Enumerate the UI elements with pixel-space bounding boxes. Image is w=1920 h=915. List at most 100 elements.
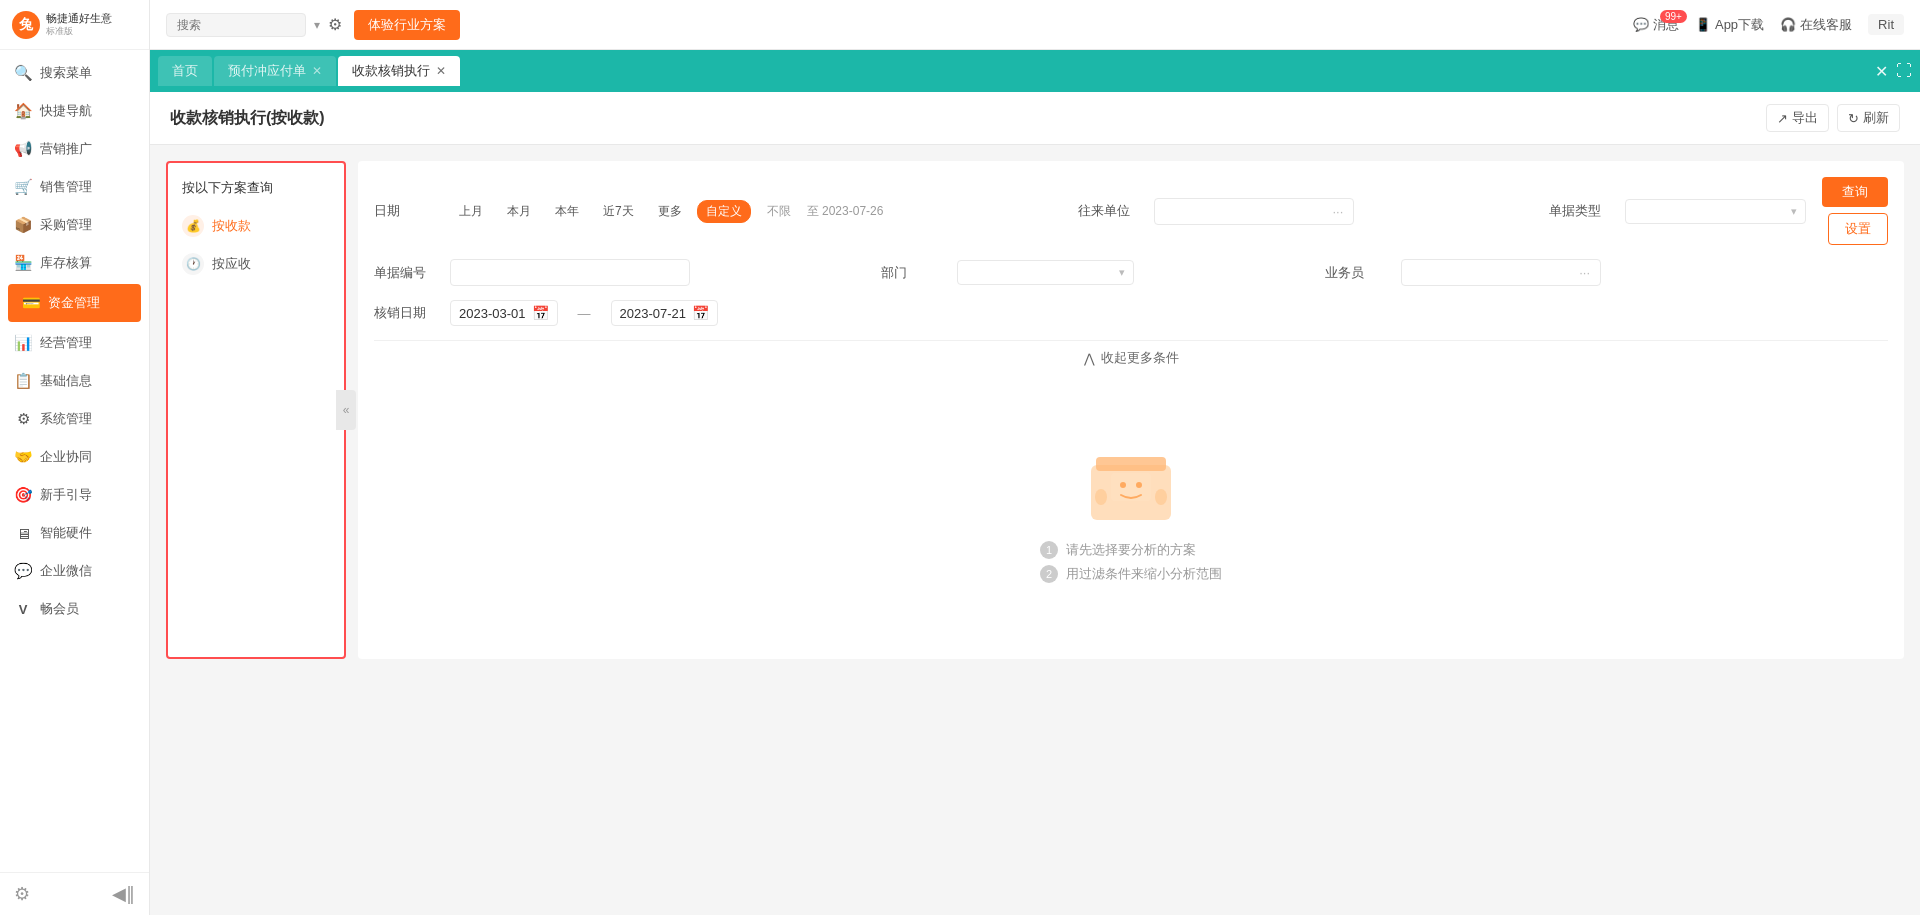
calendar-end-icon[interactable]: 📅	[692, 305, 709, 321]
export-button[interactable]: ↗ 导出	[1766, 104, 1829, 132]
tab-home[interactable]: 首页	[158, 56, 212, 86]
username-label: Rit	[1878, 17, 1894, 32]
bill-type-arrow: ▾	[1791, 205, 1797, 218]
sidebar-item-label: 基础信息	[40, 372, 92, 390]
sidebar-item-operations[interactable]: 📊 经营管理	[0, 324, 149, 362]
page-title: 收款核销执行(按收款)	[170, 108, 325, 129]
tab-prepay-label: 预付冲应付单	[228, 62, 306, 80]
tab-prepay[interactable]: 预付冲应付单 ✕	[214, 56, 336, 86]
dept-select[interactable]: ▾	[957, 260, 1134, 285]
page-header: 收款核销执行(按收款) ↗ 导出 ↻ 刷新	[150, 92, 1920, 145]
date-custom[interactable]: 自定义	[697, 200, 751, 223]
sidebar-item-hardware[interactable]: 🖥 智能硬件	[0, 514, 149, 552]
sidebar: 兔 畅捷通好生意 标准版 🔍 搜索菜单 🏠 快捷导航 📢 营销推广 🛒 销售管理…	[0, 0, 150, 915]
date-7days[interactable]: 近7天	[594, 200, 643, 223]
page-actions: ↗ 导出 ↻ 刷新	[1766, 104, 1900, 132]
sidebar-item-label: 采购管理	[40, 216, 92, 234]
salesperson-dots: ···	[1579, 265, 1590, 280]
sidebar-item-wechat[interactable]: 💬 企业微信	[0, 552, 149, 590]
date-to-text: 至 2023-07-26	[807, 203, 884, 220]
app-logo: 兔 畅捷通好生意 标准版	[0, 0, 149, 50]
svg-point-5	[1095, 489, 1107, 505]
date-this-month[interactable]: 本月	[498, 200, 540, 223]
svg-point-4	[1136, 482, 1142, 488]
sidebar-item-label: 企业微信	[40, 562, 92, 580]
sidebar-item-label: 新手引导	[40, 486, 92, 504]
tabbar-actions: ✕ ⛶	[1875, 62, 1912, 81]
tab-home-label: 首页	[172, 62, 198, 80]
sidebar-item-label: 经营管理	[40, 334, 92, 352]
date-this-year[interactable]: 本年	[546, 200, 588, 223]
sidebar-item-label: 畅会员	[40, 600, 79, 618]
bill-type-label: 单据类型	[1549, 202, 1609, 220]
counterparty-label: 往来单位	[1078, 202, 1138, 220]
sidebar-item-collab[interactable]: 🤝 企业协同	[0, 438, 149, 476]
calendar-start-icon[interactable]: 📅	[532, 305, 549, 321]
svg-rect-2	[1111, 473, 1151, 501]
sidebar-item-guide[interactable]: 🎯 新手引导	[0, 476, 149, 514]
sidebar-item-member[interactable]: V 畅会员	[0, 590, 149, 628]
tab-close-all-icon[interactable]: ✕	[1875, 62, 1888, 81]
settings-button[interactable]: 设置	[1828, 213, 1888, 245]
tab-expand-icon[interactable]: ⛶	[1896, 62, 1912, 80]
app-download-link[interactable]: 📱 App下载	[1695, 16, 1764, 34]
topbar-search-input[interactable]	[166, 13, 306, 37]
sidebar-item-purchase[interactable]: 📦 采购管理	[0, 206, 149, 244]
sidebar-item-finance[interactable]: 💳 资金管理	[8, 284, 141, 322]
solution-button[interactable]: 体验行业方案	[354, 10, 460, 40]
sidebar-item-basic-info[interactable]: 📋 基础信息	[0, 362, 149, 400]
settings-footer-icon[interactable]: ⚙	[14, 883, 30, 905]
sidebar-item-quicknav[interactable]: 🏠 快捷导航	[0, 92, 149, 130]
online-service-link[interactable]: 🎧 在线客服	[1780, 16, 1852, 34]
salesperson-label: 业务员	[1325, 264, 1385, 282]
message-button[interactable]: 💬 消息 99+	[1633, 16, 1679, 34]
sidebar-item-marketing[interactable]: 📢 营销推广	[0, 130, 149, 168]
verify-date-end-group: 2023-07-21 📅	[611, 300, 719, 326]
topbar-dropdown-icon[interactable]: ▾	[314, 18, 320, 32]
logo-text: 畅捷通好生意	[46, 11, 112, 25]
hardware-icon: 🖥	[14, 525, 32, 542]
hint-num-1: 1	[1040, 541, 1058, 559]
receipt-icon: 💰	[182, 215, 204, 237]
sidebar-item-label: 企业协同	[40, 448, 92, 466]
left-panel-item-label: 按应收	[212, 255, 251, 273]
empty-hint-1: 1 请先选择要分析的方案	[1040, 541, 1222, 559]
left-panel: 按以下方案查询 💰 按收款 🕐 按应收 «	[166, 161, 346, 659]
collapse-more-btn[interactable]: ⋀ 收起更多条件	[374, 340, 1888, 375]
bill-no-input[interactable]	[450, 259, 690, 286]
verify-date-start-group: 2023-03-01 📅	[450, 300, 558, 326]
home-icon: 🏠	[14, 102, 32, 120]
guide-icon: 🎯	[14, 486, 32, 504]
verify-date-end: 2023-07-21	[620, 306, 687, 321]
sidebar-item-label: 库存核算	[40, 254, 92, 272]
counterparty-input[interactable]: ···	[1154, 198, 1354, 225]
tab-verify-close[interactable]: ✕	[436, 64, 446, 78]
topbar-gear-icon[interactable]: ⚙	[328, 15, 342, 34]
main-content: ▾ ⚙ 体验行业方案 💬 消息 99+ 📱 App下载 🎧 在线客服 Rit	[150, 0, 1920, 915]
sidebar-item-system[interactable]: ⚙ 系统管理	[0, 400, 149, 438]
tab-prepay-close[interactable]: ✕	[312, 64, 322, 78]
date-unlimited-text: 不限	[767, 203, 791, 220]
query-button[interactable]: 查询	[1822, 177, 1888, 207]
bill-type-select[interactable]: ▾	[1625, 199, 1806, 224]
sidebar-item-sales[interactable]: 🛒 销售管理	[0, 168, 149, 206]
service-icon: 🎧	[1780, 17, 1796, 32]
sidebar-item-search[interactable]: 🔍 搜索菜单	[0, 54, 149, 92]
user-info[interactable]: Rit	[1868, 14, 1904, 35]
date-last-month[interactable]: 上月	[450, 200, 492, 223]
left-panel-item-by-receivable[interactable]: 🕐 按应收	[168, 245, 344, 283]
search-icon: 🔍	[14, 64, 32, 82]
sidebar-item-inventory[interactable]: 🏪 库存核算	[0, 244, 149, 282]
basic-info-icon: 📋	[14, 372, 32, 390]
tab-verify-label: 收款核销执行	[352, 62, 430, 80]
counterparty-dots: ···	[1332, 204, 1343, 219]
salesperson-input[interactable]: ···	[1401, 259, 1601, 286]
left-panel-item-by-receipt[interactable]: 💰 按收款	[168, 207, 344, 245]
refresh-button[interactable]: ↻ 刷新	[1837, 104, 1900, 132]
filter-row-date: 日期 上月 本月 本年 近7天 更多 自定义 不限 至 2023-07-26 往…	[374, 177, 1888, 245]
collapse-sidebar-icon[interactable]: ◀‖	[112, 883, 135, 905]
left-panel-collapse-btn[interactable]: «	[336, 390, 356, 430]
sidebar-item-label: 系统管理	[40, 410, 92, 428]
tab-verify[interactable]: 收款核销执行 ✕	[338, 56, 460, 86]
date-more[interactable]: 更多	[649, 200, 691, 223]
